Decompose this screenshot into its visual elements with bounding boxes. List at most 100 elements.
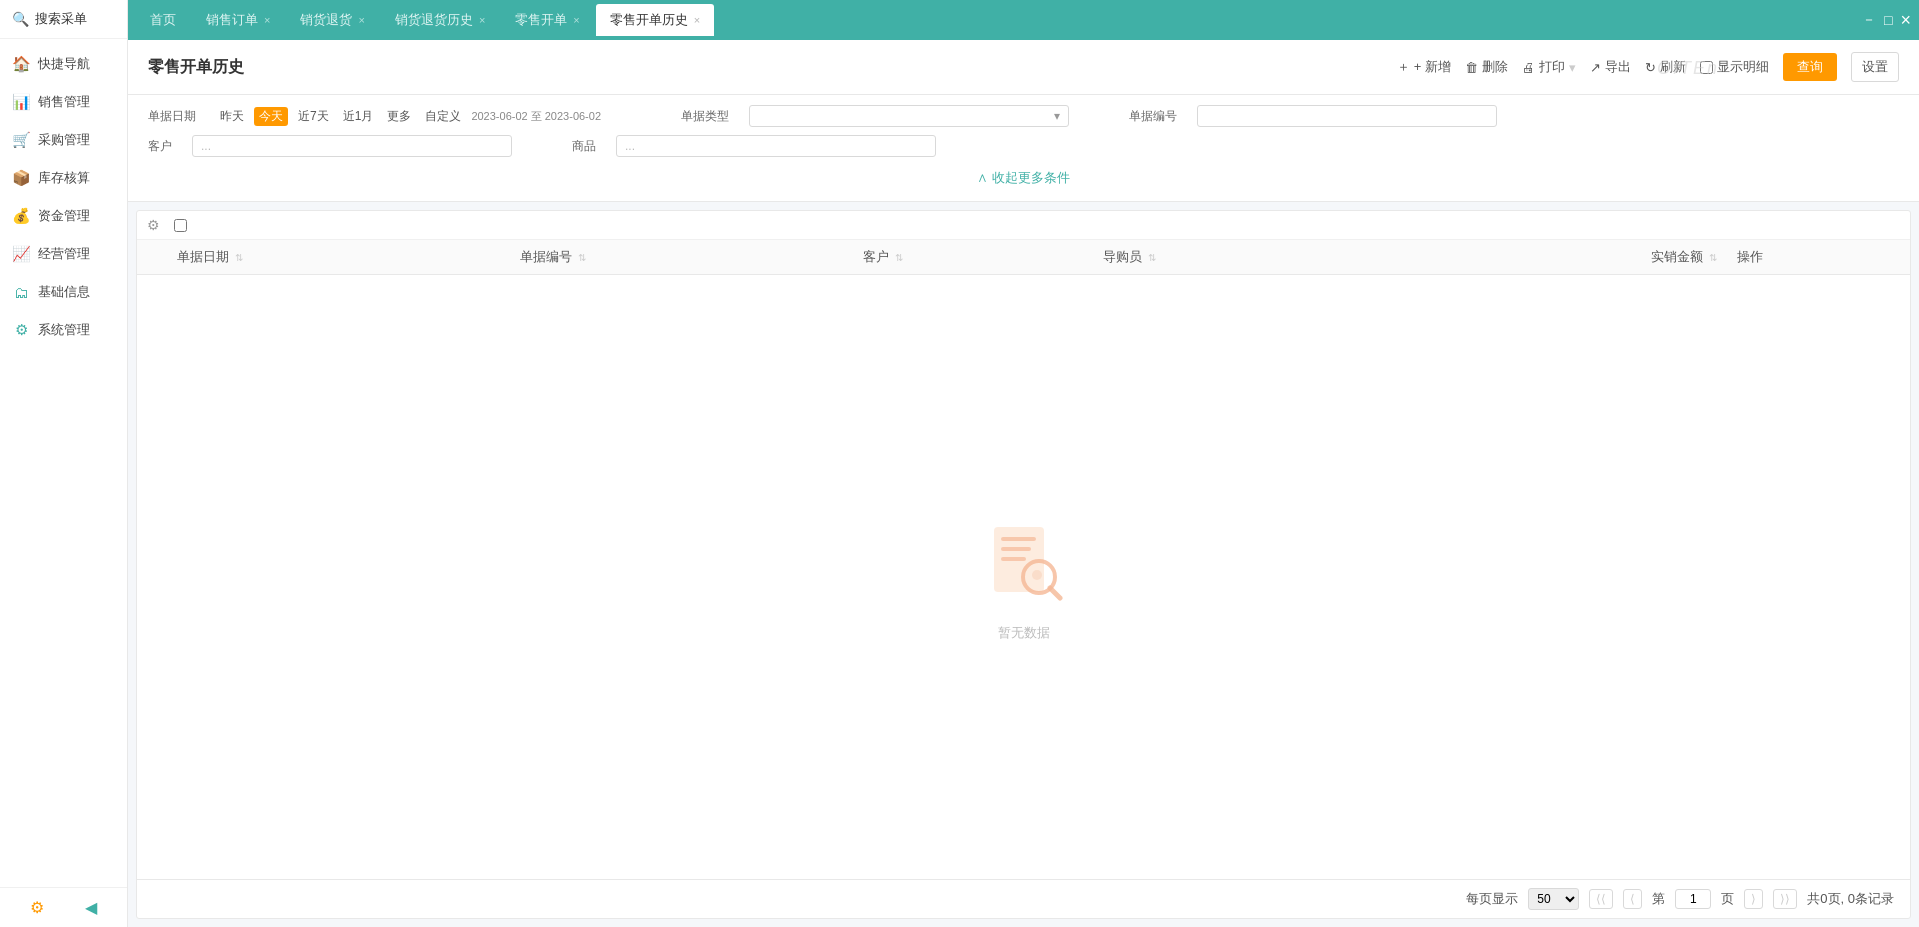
page-jump-prefix: 第: [1652, 890, 1665, 908]
tab-retail-open-history-close[interactable]: ×: [694, 14, 700, 26]
tab-retail-open-history[interactable]: 零售开单历史 ×: [596, 4, 714, 36]
svg-line-5: [1050, 588, 1060, 598]
sidebar-item-label: 资金管理: [38, 207, 90, 225]
th-date[interactable]: 单据日期 ⇅: [167, 240, 510, 275]
number-input[interactable]: [1197, 105, 1497, 127]
tab-sales-order[interactable]: 销售订单 ×: [192, 4, 284, 36]
display-detail-checkbox[interactable]: [1700, 61, 1713, 74]
sidebar-item-label: 销售管理: [38, 93, 90, 111]
page-size-label: 每页显示: [1466, 890, 1518, 908]
delete-button[interactable]: 🗑 删除: [1465, 58, 1508, 76]
date-opt-more[interactable]: 更多: [383, 107, 415, 126]
sidebar-item-purchase-mgmt[interactable]: 🛒 采购管理: [0, 121, 127, 159]
filter-date-options: 昨天 今天 近7天 近1月 更多 自定义 2023-06-02 至 2023-0…: [216, 107, 601, 126]
collapse-bar[interactable]: ∧ 收起更多条件: [148, 165, 1899, 191]
last-page-btn[interactable]: ⟩⟩: [1773, 889, 1797, 909]
window-close-btn[interactable]: ×: [1900, 10, 1911, 31]
table-settings-icon[interactable]: ⚙: [147, 217, 160, 233]
tab-sales-return-history-close[interactable]: ×: [479, 14, 485, 26]
type-select[interactable]: ▾: [749, 105, 1069, 127]
empty-state: 暂无数据: [137, 275, 1910, 879]
sidebar-item-sales-mgmt[interactable]: 📊 销售管理: [0, 83, 127, 121]
add-button[interactable]: ＋ + 新增: [1397, 58, 1451, 76]
sidebar-item-inventory[interactable]: 📦 库存核算: [0, 159, 127, 197]
first-page-btn[interactable]: ⟨⟨: [1589, 889, 1613, 909]
sidebar-item-operations[interactable]: 📈 经营管理: [0, 235, 127, 273]
sidebar-search[interactable]: 🔍 搜索采单: [0, 0, 127, 39]
export-label: 导出: [1605, 58, 1631, 76]
customer-select-placeholder: ...: [201, 139, 211, 153]
gear-icon: ⚙: [12, 321, 30, 339]
th-amount[interactable]: 实销金额 ⇅: [1384, 240, 1727, 275]
print-button[interactable]: 🖨 打印 ▾: [1522, 58, 1576, 76]
th-amount-sort: ⇅: [1709, 252, 1717, 263]
page-number-input[interactable]: [1675, 889, 1711, 909]
minimize-btn[interactable]: －: [1862, 11, 1876, 29]
sidebar-item-basic-info[interactable]: 🗂 基础信息: [0, 273, 127, 311]
th-operation-label: 操作: [1737, 249, 1763, 264]
date-opt-1month[interactable]: 近1月: [339, 107, 378, 126]
tab-retail-open[interactable]: 零售开单 ×: [501, 4, 593, 36]
tab-home[interactable]: 首页: [136, 4, 190, 36]
header-actions: ＋ + 新增 🗑 删除 🖨 打印 ▾ ↗ 导出 ↻: [1397, 52, 1899, 82]
money-icon: 💰: [12, 207, 30, 225]
svg-rect-1: [1001, 537, 1036, 541]
tab-sales-return-history[interactable]: 销货退货历史 ×: [381, 4, 499, 36]
th-date-label: 单据日期: [177, 249, 229, 264]
table-toolbar: ⚙: [137, 211, 1910, 240]
tab-sales-order-close[interactable]: ×: [264, 14, 270, 26]
date-opt-yesterday[interactable]: 昨天: [216, 107, 248, 126]
tab-sales-return[interactable]: 销货退货 ×: [286, 4, 378, 36]
table-area: ⚙ 单据日期 ⇅ 单据编号 ⇅: [136, 210, 1911, 919]
sidebar-search-label: 搜索采单: [35, 10, 87, 28]
svg-rect-3: [1001, 557, 1026, 561]
date-opt-custom[interactable]: 自定义: [421, 107, 465, 126]
refresh-icon: ↻: [1645, 60, 1656, 75]
export-button[interactable]: ↗ 导出: [1590, 58, 1631, 76]
th-salesperson-label: 导购员: [1103, 249, 1142, 264]
tab-sales-return-close[interactable]: ×: [358, 14, 364, 26]
table-header-row: 单据日期 ⇅ 单据编号 ⇅ 客户 ⇅ 导购员 ⇅: [137, 240, 1910, 275]
print-caret: ▾: [1569, 60, 1576, 75]
pagination: 每页显示 20 50 100 ⟨⟨ ⟨ 第 页 ⟩ ⟩⟩ 共0页, 0条记录: [137, 879, 1910, 918]
th-customer-label: 客户: [863, 249, 889, 264]
tab-sales-return-history-label: 销货退货历史: [395, 11, 473, 29]
sidebar-item-quick-nav[interactable]: 🏠 快捷导航: [0, 45, 127, 83]
th-date-sort: ⇅: [235, 252, 243, 263]
prev-page-btn[interactable]: ⟨: [1623, 889, 1642, 909]
filter-row-2: 客户 ... 商品 ...: [148, 135, 1899, 157]
sidebar-item-sys-mgmt[interactable]: ⚙ 系统管理: [0, 311, 127, 349]
tabs-bar: 首页 销售订单 × 销货退货 × 销货退货历史 × 零售开单 × 零售开单历史 …: [128, 0, 1919, 40]
date-range: 2023-06-02 至 2023-06-02: [471, 109, 601, 124]
th-salesperson[interactable]: 导购员 ⇅: [1093, 240, 1384, 275]
main: 首页 销售订单 × 销货退货 × 销货退货历史 × 零售开单 × 零售开单历史 …: [128, 0, 1919, 927]
settings-button[interactable]: 设置: [1851, 52, 1899, 82]
tab-retail-open-close[interactable]: ×: [573, 14, 579, 26]
export-icon: ↗: [1590, 60, 1601, 75]
empty-text: 暂无数据: [998, 624, 1050, 642]
add-label: + 新增: [1414, 58, 1451, 76]
select-all-checkbox[interactable]: [174, 219, 187, 232]
date-opt-7days[interactable]: 近7天: [294, 107, 333, 126]
settings-icon[interactable]: ⚙: [30, 898, 44, 917]
th-number[interactable]: 单据编号 ⇅: [510, 240, 853, 275]
query-button[interactable]: 查询: [1783, 53, 1837, 81]
sidebar-item-finance[interactable]: 💰 资金管理: [0, 197, 127, 235]
refresh-button[interactable]: ↻ 刷新: [1645, 58, 1686, 76]
goods-select[interactable]: ...: [616, 135, 936, 157]
next-page-btn[interactable]: ⟩: [1744, 889, 1763, 909]
page-size-select[interactable]: 20 50 100: [1528, 888, 1579, 910]
th-customer-sort: ⇅: [895, 252, 903, 263]
total-label: 共0页, 0条记录: [1807, 890, 1894, 908]
customer-select[interactable]: ...: [192, 135, 512, 157]
collapse-icon[interactable]: ◀: [85, 898, 97, 917]
tab-home-label: 首页: [150, 11, 176, 29]
customer-label: 客户: [148, 138, 172, 155]
home-icon: 🏠: [12, 55, 30, 73]
display-detail-button[interactable]: 显示明细: [1700, 58, 1769, 76]
maximize-btn[interactable]: □: [1884, 12, 1892, 28]
date-opt-today[interactable]: 今天: [254, 107, 288, 126]
date-label: 单据日期: [148, 108, 196, 125]
th-customer[interactable]: 客户 ⇅: [853, 240, 1093, 275]
type-caret: ▾: [1054, 109, 1060, 123]
